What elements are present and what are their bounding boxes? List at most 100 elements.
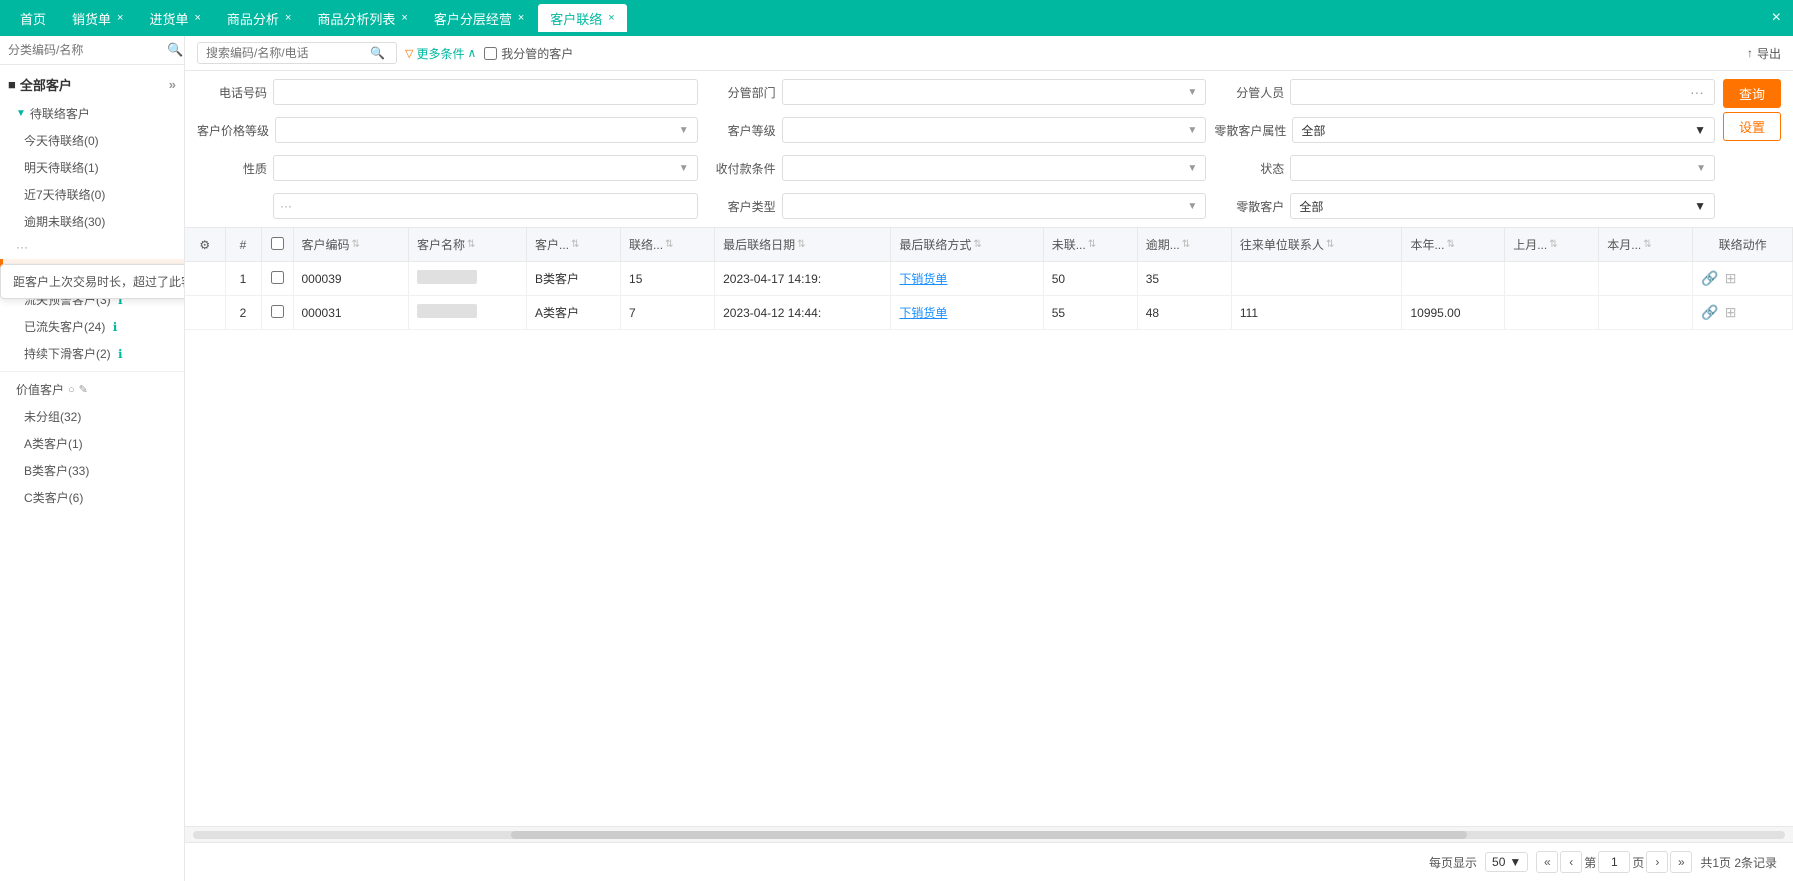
col-lastdate-header[interactable]: 最后联络日期 ⇅ — [715, 228, 891, 262]
filter-search-icon[interactable]: 🔍 — [370, 46, 385, 60]
nav-sales-close[interactable]: × — [117, 12, 123, 24]
col-checkbox-header[interactable] — [261, 228, 293, 262]
sidebar-collapse-icon[interactable]: » — [169, 77, 176, 92]
nav-product-analysis-list-label: 商品分析列表 — [317, 9, 395, 28]
window-close-icon[interactable]: × — [1772, 9, 1781, 27]
row1-grid-icon[interactable]: ⊞ — [1725, 270, 1737, 287]
row2-lastmethod-link[interactable]: 下销货单 — [899, 306, 947, 320]
filter-status-select[interactable]: ▼ — [1290, 155, 1715, 181]
filter-phone-input[interactable] — [273, 79, 698, 105]
filter-nature-select[interactable]: ▼ — [273, 155, 698, 181]
col-category-header[interactable]: 客户... ⇅ — [526, 228, 620, 262]
nav-customer-contact[interactable]: 客户联络 × — [538, 4, 626, 32]
sidebar-item-tomorrow[interactable]: 明天待联络(1) — [0, 154, 184, 181]
nav-customer-tier-close[interactable]: × — [518, 12, 524, 24]
col-contact-header[interactable]: 联络... ⇅ — [621, 228, 715, 262]
sidebar-item-today[interactable]: 今天待联络(0) — [0, 127, 184, 154]
nav-purchase[interactable]: 进货单 × — [137, 4, 212, 32]
last-page-btn[interactable]: » — [1670, 851, 1692, 873]
next-page-btn[interactable]: › — [1646, 851, 1668, 873]
next-page-icon: › — [1655, 855, 1659, 869]
col-code-header[interactable]: 客户编码 ⇅ — [293, 228, 409, 262]
sidebar-item-7days[interactable]: 近7天待联络(0) — [0, 181, 184, 208]
filter-payment-select[interactable]: ▼ — [782, 155, 1207, 181]
prev-page-btn[interactable]: ‹ — [1560, 851, 1582, 873]
row2-lastmethod[interactable]: 下销货单 — [891, 296, 1043, 330]
nav-product-analysis[interactable]: 商品分析 × — [215, 4, 303, 32]
col-contactperson-header[interactable]: 往来单位联系人 ⇅ — [1231, 228, 1402, 262]
row1-lastmethod-link[interactable]: 下销货单 — [899, 272, 947, 286]
row2-select-checkbox[interactable] — [271, 305, 284, 318]
filter-search-input[interactable] — [206, 46, 366, 60]
sidebar-more-dots[interactable]: ··· — [0, 235, 184, 259]
value-group-settings-icon[interactable]: ✎ — [79, 383, 88, 396]
col-unpaid-header[interactable]: 未联... ⇅ — [1043, 228, 1137, 262]
filter-customer-grade-select[interactable]: ▼ — [782, 117, 1207, 143]
nav-product-analysis-close[interactable]: × — [285, 12, 291, 24]
churned-info-icon[interactable]: ℹ — [113, 320, 118, 334]
sidebar-item-b-class[interactable]: B类客户(33) — [0, 457, 184, 484]
settings-button[interactable]: 设置 — [1723, 112, 1781, 141]
scroll-track[interactable] — [193, 831, 1785, 839]
col-lastmonth-header[interactable]: 上月... ⇅ — [1505, 228, 1599, 262]
sidebar-item-overdue[interactable]: 逾期未联络(30) — [0, 208, 184, 235]
filter-row-4: ··· 客户类型 ▼ 零散客户 全部 — [197, 193, 1715, 219]
col-lastmethod-header[interactable]: 最后联络方式 ⇅ — [891, 228, 1043, 262]
col-thismonth-header[interactable]: 本月... ⇅ — [1599, 228, 1693, 262]
declining-info-icon[interactable]: ℹ — [118, 347, 123, 361]
value-group-edit-icon[interactable]: ○ — [68, 384, 75, 396]
nav-customer-tier[interactable]: 客户分层经营 × — [422, 4, 536, 32]
sidebar-item-declining[interactable]: 持续下滑客户(2) ℹ — [0, 340, 184, 367]
sidebar-item-c-class[interactable]: C类客户(6) — [0, 484, 184, 511]
nav-customer-contact-close[interactable]: × — [608, 12, 614, 24]
select-all-checkbox[interactable] — [271, 237, 284, 250]
row1-link-icon[interactable]: 🔗 — [1701, 270, 1718, 287]
customer-table: ⚙ # 客户编码 ⇅ 客户名称 — [185, 228, 1793, 330]
sidebar-item-a-class[interactable]: A类客户(1) — [0, 430, 184, 457]
row2-checkbox[interactable] — [261, 296, 293, 330]
row2-grid-icon[interactable]: ⊞ — [1725, 304, 1737, 321]
filter-search-container: 🔍 — [197, 42, 397, 64]
col-settings-header[interactable]: ⚙ — [185, 228, 225, 262]
sidebar-group-pending[interactable]: ▼ 待联络客户 — [0, 100, 184, 127]
query-button[interactable]: 查询 — [1723, 79, 1781, 108]
sidebar-content: ■ 全部客户 » ▼ 待联络客户 今天待联络(0) 明天待联络(1) 近7天待联… — [0, 65, 184, 881]
nav-purchase-close[interactable]: × — [194, 12, 200, 24]
sidebar-item-ungrouped[interactable]: 未分组(32) — [0, 403, 184, 430]
my-customers-checkbox[interactable] — [484, 47, 497, 60]
filter-customer-type-select[interactable]: ▼ — [782, 193, 1207, 219]
nav-sales[interactable]: 销货单 × — [60, 4, 135, 32]
nav-home[interactable]: 首页 — [8, 4, 58, 32]
horizontal-scrollbar[interactable] — [185, 826, 1793, 842]
filter-manager: 分管人员 ··· — [1214, 79, 1715, 105]
filter-more-dots-btn[interactable]: ··· — [273, 193, 698, 219]
sidebar-item-churned[interactable]: 已流失客户(24) ℹ — [0, 313, 184, 340]
filter-manager-dots[interactable]: ··· — [1686, 84, 1708, 100]
scroll-thumb[interactable] — [511, 831, 1466, 839]
sidebar-search-icon[interactable]: 🔍 — [167, 42, 183, 58]
row1-select-checkbox[interactable] — [271, 271, 284, 284]
sidebar-search-input[interactable] — [8, 43, 163, 57]
row1-lastmethod[interactable]: 下销货单 — [891, 262, 1043, 296]
nav-product-analysis-list-close[interactable]: × — [401, 12, 407, 24]
filter-scattered-select[interactable]: 全部 ▼ — [1290, 193, 1715, 219]
sidebar-all-customers[interactable]: ■ 全部客户 » — [0, 69, 184, 100]
col-name-header[interactable]: 客户名称 ⇅ — [409, 228, 527, 262]
page-input[interactable] — [1598, 851, 1630, 873]
filter-row4-dots: ··· — [197, 193, 698, 219]
filter-scattered-attr-select[interactable]: 全部 ▼ — [1292, 117, 1715, 143]
col-thisyear-header[interactable]: 本年... ⇅ — [1402, 228, 1505, 262]
filter-price-grade-select[interactable]: ▼ — [275, 117, 698, 143]
export-btn[interactable]: ↑ 导出 — [1747, 45, 1781, 62]
filter-price-grade: 客户价格等级 ▼ — [197, 117, 698, 143]
row2-link-icon[interactable]: 🔗 — [1701, 304, 1718, 321]
first-page-btn[interactable]: « — [1536, 851, 1558, 873]
col-overdue-header[interactable]: 逾期... ⇅ — [1137, 228, 1231, 262]
filter-price-grade-chevron: ▼ — [679, 125, 689, 136]
nav-product-analysis-list[interactable]: 商品分析列表 × — [305, 4, 419, 32]
more-conditions-btn[interactable]: ▽ 更多条件 ∧ — [405, 45, 476, 62]
filter-manager-input[interactable]: ··· — [1290, 79, 1715, 105]
filter-dept-select[interactable]: ▼ — [782, 79, 1207, 105]
row1-checkbox[interactable] — [261, 262, 293, 296]
per-page-select[interactable]: 50 ▼ — [1485, 852, 1528, 872]
